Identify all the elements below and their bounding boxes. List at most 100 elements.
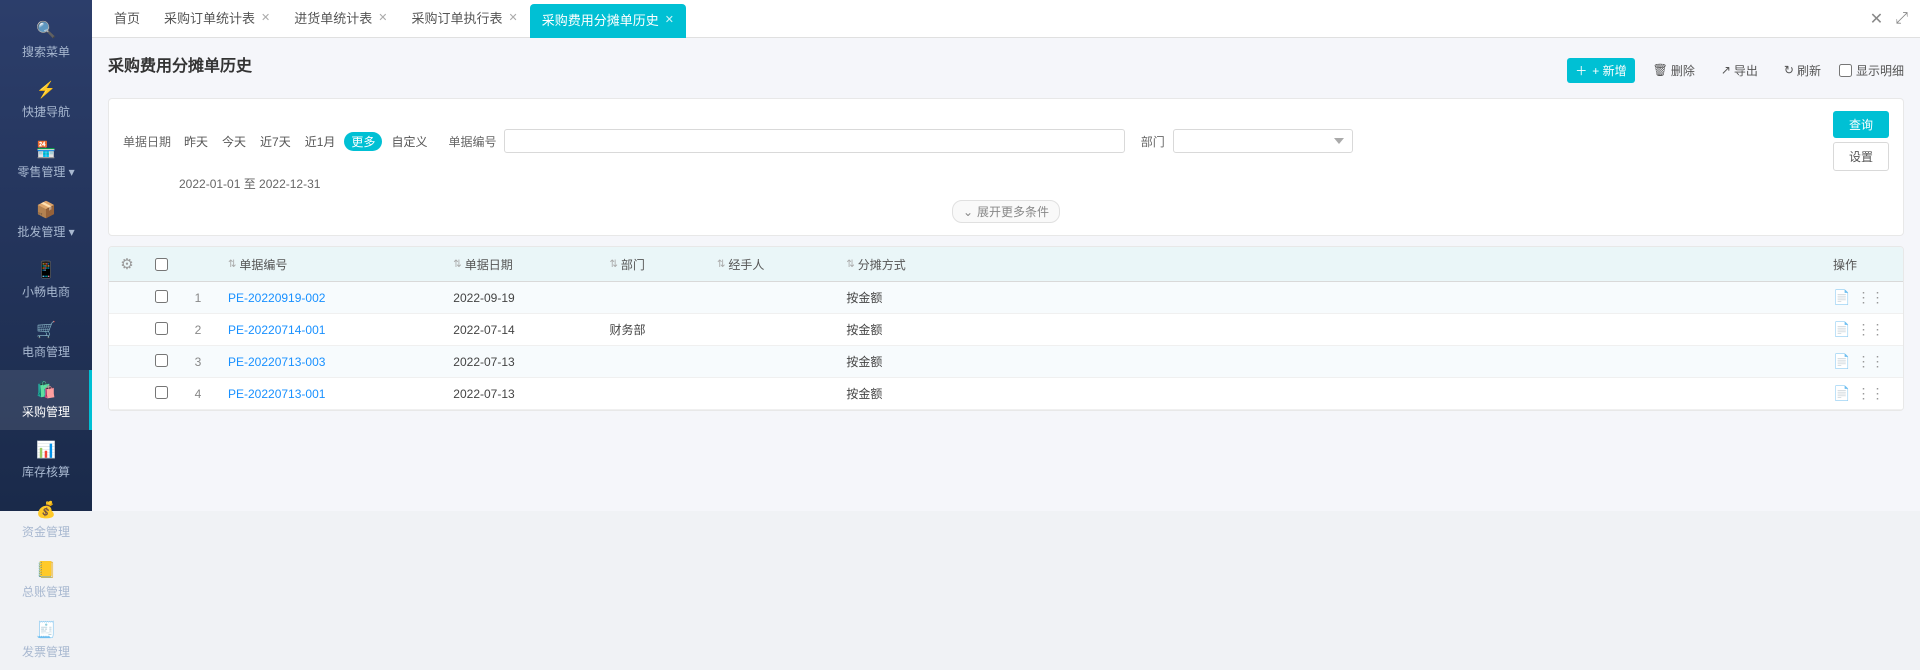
toolbar: ＋ + 新增 🗑 删除 ↗ 导出 ↻ 刷新 显示明细 [1567,58,1904,83]
td-orderno-1: PE-20220714-001 [218,314,443,346]
td-date-2: 2022-07-13 [443,346,599,378]
row-checkbox-2[interactable] [155,354,168,367]
expand-filter-button[interactable]: ⌄ 展开更多条件 [952,200,1060,223]
row-checkbox-1[interactable] [155,322,168,335]
maximize-window-btn[interactable]: ⤢ [1893,8,1910,30]
action-more-3[interactable]: ⋮⋮ [1856,385,1884,402]
action-more-2[interactable]: ⋮⋮ [1856,353,1884,370]
show-columns-checkbox[interactable]: 显示明细 [1839,62,1904,79]
ecommerce-icon: 🛒 [5,320,87,340]
retail-icon: 🏪 [5,140,87,160]
filter-dept-select[interactable] [1173,129,1353,153]
td-settings-0 [109,282,145,314]
td-date-0: 2022-09-19 [443,282,599,314]
td-settings-3 [109,378,145,410]
action-more-1[interactable]: ⋮⋮ [1856,321,1884,338]
order-no-link-3[interactable]: PE-20220713-001 [228,387,325,401]
th-split-method[interactable]: ⇅ 分摊方式 [836,247,1823,282]
export-button[interactable]: ↗ 导出 [1713,58,1766,83]
close-window-btn[interactable]: ✕ [1868,7,1885,31]
td-handler-3 [707,378,836,410]
td-orderno-0: PE-20220919-002 [218,282,443,314]
tab-home[interactable]: 首页 [102,0,152,38]
page-content: 采购费用分摊单历史 ＋ + 新增 🗑 删除 ↗ 导出 ↻ 刷新 [92,38,1920,511]
sidebar-item-inventory[interactable]: 📊 库存核算 [0,430,92,490]
select-all-checkbox[interactable] [155,258,168,271]
tab-purchase-order-stats[interactable]: 采购订单统计表 ✕ [152,0,282,38]
sidebar-item-finance[interactable]: 💰 资金管理 [0,490,92,550]
close-tab-inbound-stats[interactable]: ✕ [378,11,387,24]
td-rownum-3: 4 [178,378,218,410]
filter-orderno-group: 单据编号 [448,129,1124,153]
th-handler[interactable]: ⇅ 经手人 [707,247,836,282]
sort-icon-split: ⇅ [846,259,854,270]
gear-icon: ⚙ [120,256,133,273]
filter-date-more[interactable]: 更多 [344,132,382,151]
close-tab-purchase-cost-history[interactable]: ✕ [665,13,674,26]
order-no-link-0[interactable]: PE-20220919-002 [228,291,325,305]
table-row: 1 PE-20220919-002 2022-09-19 按金额 📄 ⋮⋮ [109,282,1903,314]
row-checkbox-0[interactable] [155,290,168,303]
sort-icon-date: ⇅ [453,259,461,270]
order-no-link-2[interactable]: PE-20220713-003 [228,355,325,369]
sidebar-item-mini[interactable]: 📱 小畅电商 [0,250,92,310]
action-view-1[interactable]: 📄 [1833,321,1850,338]
td-orderno-2: PE-20220713-003 [218,346,443,378]
main-area: 首页 采购订单统计表 ✕ 进货单统计表 ✕ 采购订单执行表 ✕ 采购费用分摊单历… [92,0,1920,511]
filter-date-7days[interactable]: 近7天 [255,132,296,151]
filter-date-range: 2022-01-01 至 2022-12-31 [179,177,320,191]
add-button[interactable]: ＋ + 新增 [1567,58,1634,83]
table-row: 2 PE-20220714-001 2022-07-14 财务部 按金额 📄 ⋮… [109,314,1903,346]
td-settings-1 [109,314,145,346]
refresh-button[interactable]: ↻ 刷新 [1776,58,1829,83]
delete-button[interactable]: 🗑 删除 [1645,58,1703,83]
row-checkbox-3[interactable] [155,386,168,399]
sidebar-item-retail[interactable]: 🏪 零售管理 ▾ [0,130,92,190]
action-view-0[interactable]: 📄 [1833,289,1850,306]
th-date[interactable]: ⇅ 单据日期 [443,247,599,282]
sidebar-item-purchase[interactable]: 🛍️ 采购管理 [0,370,92,430]
filter-date-custom[interactable]: 自定义 [386,132,432,151]
filter-orderno-input[interactable] [504,129,1124,153]
sidebar-item-ledger[interactable]: 📒 总账管理 [0,550,92,610]
th-rownum [178,247,218,282]
th-action: 操作 [1823,247,1903,282]
order-no-link-1[interactable]: PE-20220714-001 [228,323,325,337]
sidebar-item-invoice[interactable]: 🧾 发票管理 [0,610,92,670]
td-checkbox-3 [145,378,178,410]
td-split-method-1: 按金额 [836,314,1823,346]
sort-icon-handler: ⇅ [717,259,725,270]
sidebar-item-ecommerce[interactable]: 🛒 电商管理 [0,310,92,370]
tab-purchase-cost-history[interactable]: 采购费用分摊单历史 ✕ [530,4,686,38]
th-order-no[interactable]: ⇅ 单据编号 [218,247,443,282]
sidebar-item-quick[interactable]: ⚡ 快捷导航 [0,70,92,130]
th-settings[interactable]: ⚙ [109,247,145,282]
td-dept-3 [599,378,706,410]
filter-search-button[interactable]: 查询 [1833,111,1889,138]
filter-settings-button[interactable]: 设置 [1833,142,1889,171]
th-checkbox [145,247,178,282]
td-rownum-1: 2 [178,314,218,346]
filter-btn-group: 查询 设置 [1833,111,1889,171]
action-view-2[interactable]: 📄 [1833,353,1850,370]
wholesale-icon: 📦 [5,200,87,220]
tab-inbound-stats[interactable]: 进货单统计表 ✕ [282,0,399,38]
sidebar-item-wholesale[interactable]: 📦 批发管理 ▾ [0,190,92,250]
action-view-3[interactable]: 📄 [1833,385,1850,402]
action-more-0[interactable]: ⋮⋮ [1856,289,1884,306]
table-body: 1 PE-20220919-002 2022-09-19 按金额 📄 ⋮⋮ 2 … [109,282,1903,410]
inventory-icon: 📊 [5,440,87,460]
table-row: 3 PE-20220713-003 2022-07-13 按金额 📄 ⋮⋮ [109,346,1903,378]
filter-date-1month[interactable]: 近1月 [300,132,341,151]
delete-icon: 🗑 [1653,63,1668,77]
filter-date-yesterday[interactable]: 昨天 [179,132,213,151]
th-dept[interactable]: ⇅ 部门 [599,247,706,282]
invoice-icon: 🧾 [5,620,87,640]
sidebar-item-search[interactable]: 🔍 搜索菜单 [0,10,92,70]
close-tab-purchase-order-exec[interactable]: ✕ [509,11,518,24]
close-tab-purchase-order-stats[interactable]: ✕ [261,11,270,24]
tab-purchase-order-exec[interactable]: 采购订单执行表 ✕ [399,0,529,38]
show-columns-input[interactable] [1839,64,1852,77]
td-date-1: 2022-07-14 [443,314,599,346]
filter-date-today[interactable]: 今天 [217,132,251,151]
